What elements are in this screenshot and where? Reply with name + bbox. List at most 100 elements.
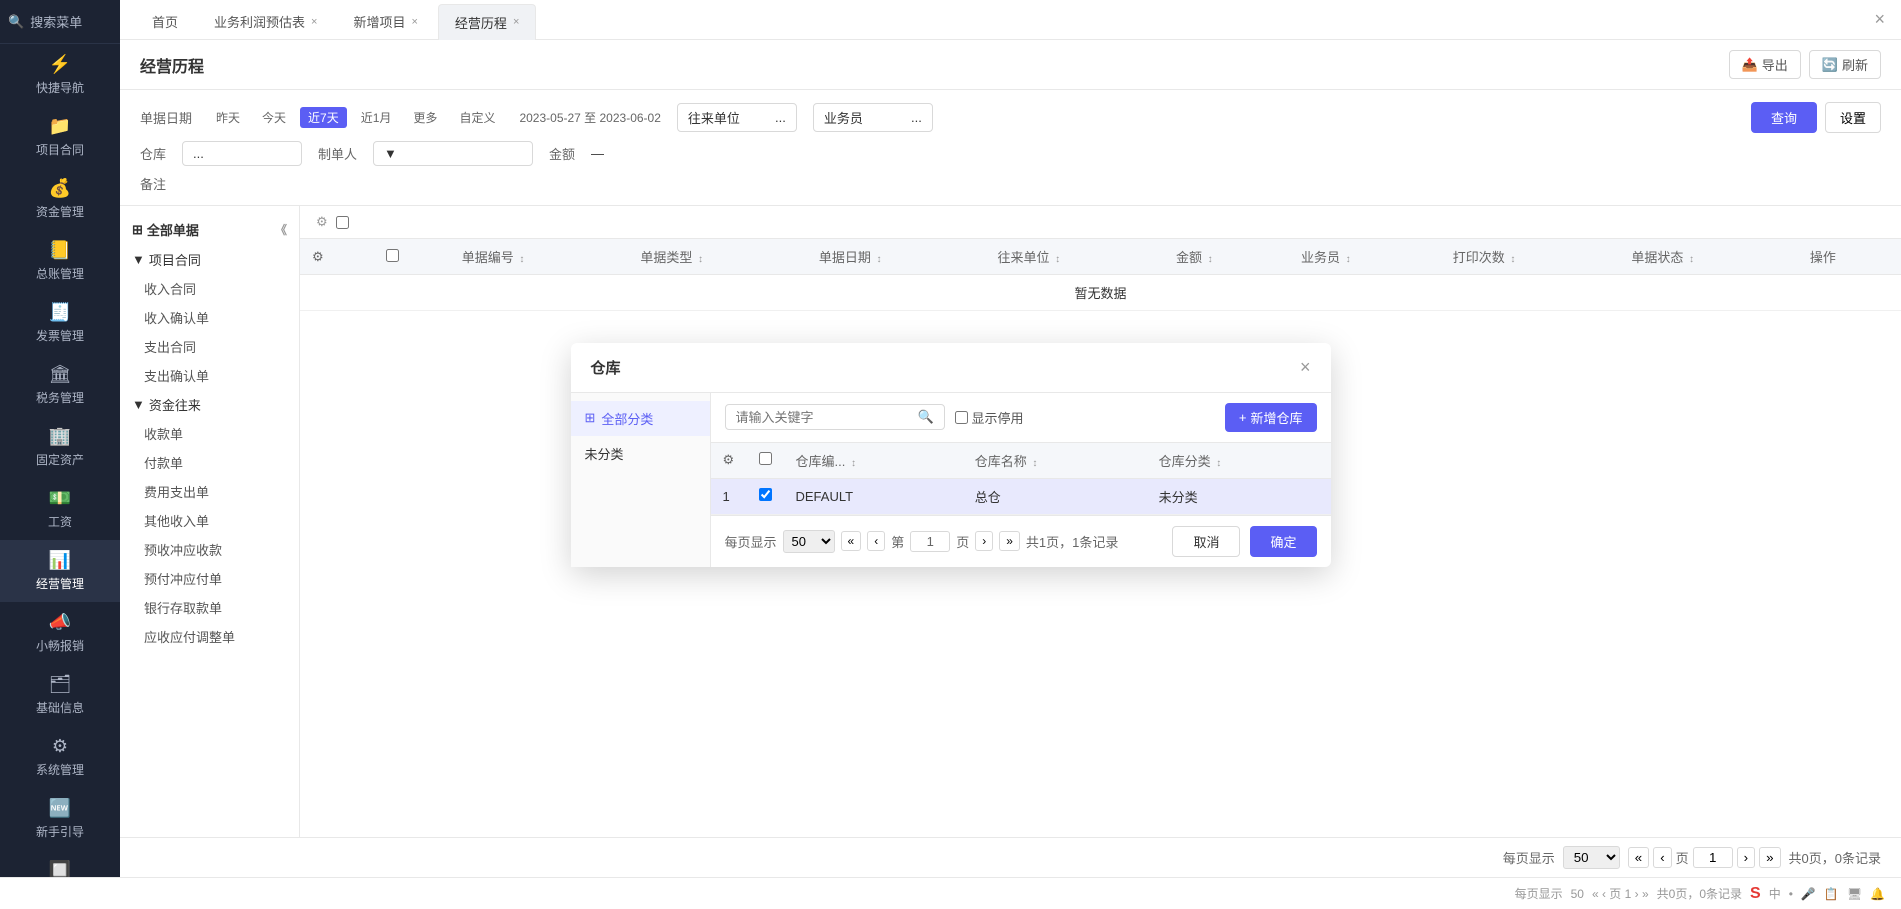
show-disabled-input[interactable] [955,411,968,424]
tree-group-contract[interactable]: ▼ 项目合同 [120,245,299,274]
query-button[interactable]: 查询 [1751,102,1817,133]
tree-item-receipt[interactable]: 收款单 [120,419,299,448]
col-doc-no[interactable]: 单据编号 ↕ [450,239,629,275]
wh-col-gear[interactable]: ⚙ [711,443,747,479]
tab-home[interactable]: 首页 [136,4,194,40]
wh-col-name[interactable]: 仓库名称 ↕ [963,443,1147,479]
date-btn-1month[interactable]: 近1月 [353,107,400,128]
tree-item-prepaid-receivable[interactable]: 预收冲应收款 [120,535,299,564]
refresh-button[interactable]: 🔄 刷新 [1809,50,1881,79]
salesperson-filter[interactable]: 业务员 ... [813,103,933,132]
wh-row-check[interactable] [747,478,784,514]
sidebar-item-invoice-mgmt[interactable]: 🧾 发票管理 [0,292,120,354]
col-salesperson[interactable]: 业务员 ↕ [1289,239,1441,275]
sidebar-item-project-contract[interactable]: 📁 项目合同 [0,106,120,168]
modal-category-unclassified[interactable]: 未分类 [571,436,710,471]
modal-search-icon: 🔍 [918,409,934,425]
first-page-button[interactable]: « [1628,847,1649,868]
tree-item-bank-withdraw[interactable]: 银行存取款单 [120,593,299,622]
sidebar-item-salary[interactable]: 💵 工资 [0,478,120,540]
tree-item-payment[interactable]: 付款单 [120,448,299,477]
tree-group-fund[interactable]: ▼ 资金往来 [120,390,299,419]
maker-filter[interactable]: ▼ [373,141,533,166]
col-gear-icon[interactable]: ⚙ [312,249,324,264]
next-page-button[interactable]: › [1737,847,1755,868]
wh-col-category[interactable]: 仓库分类 ↕ [1147,443,1331,479]
table-select-all[interactable] [336,216,349,229]
tree-item-income-contract[interactable]: 收入合同 [120,274,299,303]
statusbar: 每页显示 50 « ‹ 页 1 › » 共0页，0条记录 S 中 • 🎤 📋 🖥… [0,877,1901,909]
sidebar-item-basic-info[interactable]: 🗂 基础信息 [0,664,120,726]
modal-prev-page[interactable]: ‹ [867,531,885,551]
date-btn-custom[interactable]: 自定义 [451,107,503,128]
tab-ops-history-close[interactable]: × [513,16,519,28]
marketing-icon: 📣 [49,612,71,633]
sidebar-item-fund-mgmt[interactable]: 💰 资金管理 [0,168,120,230]
sidebar-item-general-ledger[interactable]: 📒 总账管理 [0,230,120,292]
wh-col-code[interactable]: 仓库编... ↕ [784,443,963,479]
tree-item-prepay-payable[interactable]: 预付冲应付单 [120,564,299,593]
tree-item-expense-confirm[interactable]: 支出确认单 [120,361,299,390]
date-btn-yesterday[interactable]: 昨天 [208,107,248,128]
tab-ops-history[interactable]: 经营历程 × [438,4,536,40]
table-gear-icon[interactable]: ⚙ [316,214,328,230]
warehouse-filter[interactable]: ... [182,141,302,166]
col-status[interactable]: 单据状态 ↕ [1619,239,1798,275]
page-number-input[interactable] [1693,847,1733,868]
modal-cancel-button[interactable]: 取消 [1172,526,1240,557]
date-btn-7days[interactable]: 近7天 [300,107,347,128]
modal-close-button[interactable]: × [1300,357,1311,378]
prev-page-button[interactable]: ‹ [1653,847,1671,868]
last-page-button[interactable]: » [1759,847,1780,868]
settings-button[interactable]: 设置 [1825,102,1881,133]
col-checkbox[interactable] [386,249,399,262]
tab-close-all[interactable]: × [1874,9,1885,30]
modal-confirm-button[interactable]: 确定 [1250,526,1316,557]
tree-item-expense-contract[interactable]: 支出合同 [120,332,299,361]
tree-item-income-confirm[interactable]: 收入确认单 [120,303,299,332]
tab-new-project[interactable]: 新增项目 × [337,4,433,40]
tab-profit-close[interactable]: × [311,16,317,28]
tab-new-project-close[interactable]: × [411,16,417,28]
wh-row-checkbox[interactable] [759,488,772,501]
date-btn-today[interactable]: 今天 [254,107,294,128]
sidebar-item-label: 系统管理 [36,761,84,778]
tree-item-expense-payment[interactable]: 费用支出单 [120,477,299,506]
modal-category-all[interactable]: ⊞ 全部分类 [571,401,710,436]
show-disabled-checkbox[interactable]: 显示停用 [955,408,1024,427]
sidebar-item-sys-mgmt[interactable]: ⚙ 系统管理 [0,726,120,788]
tab-profit-estimate[interactable]: 业务利润预估表 × [198,4,333,40]
sidebar-item-new-guide[interactable]: 🆕 新手引导 [0,788,120,850]
date-btn-more[interactable]: 更多 [405,107,445,128]
counterparty-filter[interactable]: 往来单位 ... [677,103,797,132]
col-doc-type[interactable]: 单据类型 ↕ [628,239,807,275]
sidebar-item-app-center[interactable]: 🔲 应用中心 [0,850,120,877]
warehouse-row[interactable]: 1 DEFAULT 总仓 未分类 [711,478,1331,514]
modal-page-size-select[interactable]: 50 10 20 100 [783,530,835,553]
col-amount[interactable]: 金额 ↕ [1164,239,1289,275]
modal-next-page[interactable]: › [975,531,993,551]
bottom-page-size-select[interactable]: 50 10 20 100 [1563,846,1620,869]
add-warehouse-button[interactable]: + 新增仓库 [1225,403,1317,432]
export-button[interactable]: 📤 导出 [1729,50,1801,79]
tree-item-other-income[interactable]: 其他收入单 [120,506,299,535]
sidebar-item-quick-nav[interactable]: ⚡ 快捷导航 [0,44,120,106]
col-doc-date[interactable]: 单据日期 ↕ [807,239,986,275]
tree-item-ar-ap-adjust[interactable]: 应收应付调整单 [120,622,299,651]
collapse-button[interactable]: 《 [275,221,287,238]
modal-left-scroll: 未分类 [571,436,710,471]
page-actions: 📤 导出 🔄 刷新 [1729,50,1881,79]
modal-search-input[interactable] [736,410,912,425]
modal-page-input[interactable] [910,531,950,552]
col-counterparty[interactable]: 往来单位 ↕ [985,239,1164,275]
col-print-count[interactable]: 打印次数 ↕ [1441,239,1620,275]
modal-first-page[interactable]: « [841,531,862,551]
sidebar-item-ops-mgmt[interactable]: 📊 经营管理 [0,540,120,602]
wh-select-all[interactable] [759,452,772,465]
modal-search-box[interactable]: 🔍 [725,404,945,430]
sidebar-item-fixed-assets[interactable]: 🏢 固定资产 [0,416,120,478]
modal-last-page[interactable]: » [999,531,1020,551]
sidebar-search[interactable]: 🔍 搜索菜单 [0,0,120,44]
sidebar-item-marketing[interactable]: 📣 小畅报销 [0,602,120,664]
sidebar-item-tax-mgmt[interactable]: 🏛 税务管理 [0,354,120,416]
